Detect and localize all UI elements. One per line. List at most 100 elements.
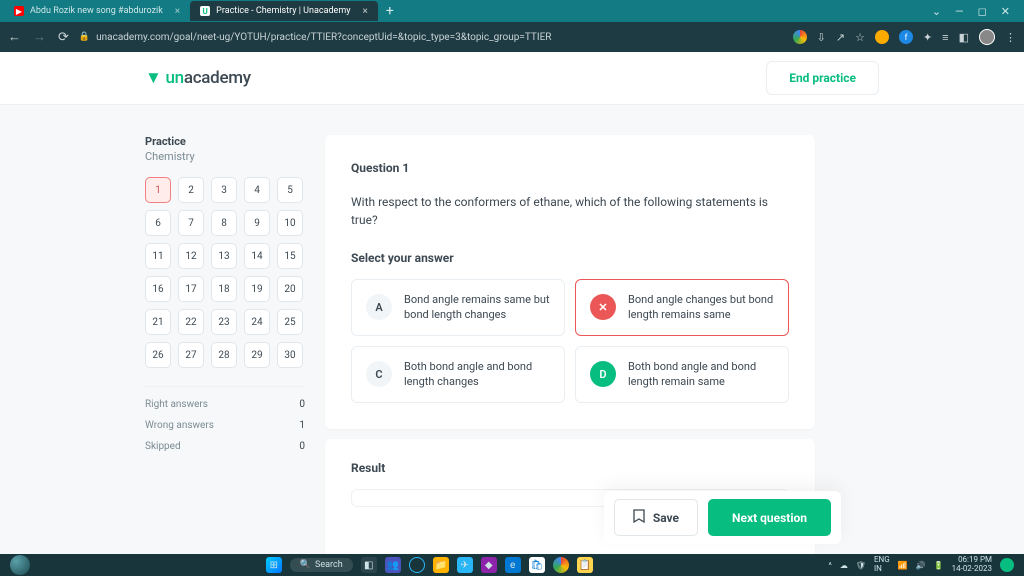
language-indicator[interactable]: ENGIN — [874, 556, 890, 574]
onedrive-icon[interactable]: ☁ — [840, 561, 848, 570]
back-icon[interactable]: ← — [8, 29, 21, 45]
practice-title: Practice — [145, 135, 305, 148]
side-panel-icon[interactable]: ◧ — [959, 31, 969, 44]
question-cell-24[interactable]: 24 — [244, 309, 270, 335]
stat-label: Right answers — [145, 399, 208, 410]
tab-unacademy[interactable]: U Practice - Chemistry | Unacademy × — [190, 1, 378, 21]
url-field[interactable]: 🔒 unacademy.com/goal/neet-ug/YOTUH/pract… — [79, 32, 783, 43]
bookmark-icon — [633, 509, 645, 526]
ext-icon[interactable] — [875, 30, 889, 44]
clock[interactable]: 06:19 PM 14-02-2023 — [952, 556, 992, 574]
question-cell-13[interactable]: 13 — [211, 243, 237, 269]
question-cell-8[interactable]: 8 — [211, 210, 237, 236]
question-cell-23[interactable]: 23 — [211, 309, 237, 335]
question-cell-26[interactable]: 26 — [145, 342, 171, 368]
new-tab-button[interactable]: + — [378, 3, 402, 19]
stat-value: 0 — [299, 399, 305, 410]
option-d[interactable]: D Both bond angle and bond length remain… — [575, 346, 789, 403]
google-icon[interactable] — [793, 30, 807, 44]
question-cell-15[interactable]: 15 — [277, 243, 303, 269]
question-cell-29[interactable]: 29 — [244, 342, 270, 368]
telegram-icon[interactable]: ✈ — [457, 557, 473, 573]
store-icon[interactable]: 🛍 — [529, 557, 545, 573]
extensions-icon[interactable]: ✦ — [923, 31, 932, 44]
question-cell-21[interactable]: 21 — [145, 309, 171, 335]
option-a[interactable]: A Bond angle remains same but bond lengt… — [351, 279, 565, 336]
teams-icon[interactable]: 👥 — [385, 557, 401, 573]
nav-controls: ← → ⟳ — [8, 29, 69, 45]
question-cell-2[interactable]: 2 — [178, 177, 204, 203]
security-icon[interactable]: 🛡 — [856, 561, 866, 570]
question-cell-10[interactable]: 10 — [277, 210, 303, 236]
question-cell-4[interactable]: 4 — [244, 177, 270, 203]
chevron-down-icon[interactable]: ⌄ — [932, 5, 941, 18]
star-icon[interactable]: ☆ — [855, 31, 865, 44]
question-cell-28[interactable]: 28 — [211, 342, 237, 368]
question-cell-22[interactable]: 22 — [178, 309, 204, 335]
wifi-icon[interactable]: 📶 — [898, 561, 908, 570]
youtube-icon: ▶ — [14, 6, 24, 16]
taskbar-search[interactable]: 🔍 Search — [290, 558, 353, 572]
practice-subject: Chemistry — [145, 150, 305, 163]
tab-youtube[interactable]: ▶ Abdu Rozik new song #abdurozik × — [4, 1, 190, 21]
question-cell-19[interactable]: 19 — [244, 276, 270, 302]
share-icon[interactable]: ↗ — [836, 31, 845, 44]
divider — [145, 386, 305, 387]
question-cell-14[interactable]: 14 — [244, 243, 270, 269]
question-cell-5[interactable]: 5 — [277, 177, 303, 203]
start-icon[interactable]: ⊞ — [266, 557, 282, 573]
question-cell-1[interactable]: 1 — [145, 177, 171, 203]
question-cell-25[interactable]: 25 — [277, 309, 303, 335]
lock-icon: 🔒 — [79, 32, 90, 42]
maximize-icon[interactable]: ◻ — [978, 5, 987, 18]
explorer-icon[interactable]: 📁 — [433, 557, 449, 573]
reading-list-icon[interactable]: ≡ — [942, 31, 948, 44]
app-icon[interactable]: ◆ — [481, 557, 497, 573]
close-icon[interactable]: × — [362, 6, 367, 17]
app-icon-2[interactable]: 📋 — [577, 557, 593, 573]
menu-icon[interactable]: ⋮ — [1005, 31, 1016, 44]
question-cell-9[interactable]: 9 — [244, 210, 270, 236]
question-cell-11[interactable]: 11 — [145, 243, 171, 269]
battery-icon[interactable]: 🔋 — [934, 561, 944, 570]
option-badge: D — [590, 361, 616, 387]
close-icon[interactable]: × — [175, 6, 180, 17]
question-cell-3[interactable]: 3 — [211, 177, 237, 203]
unacademy-logo[interactable]: ▼ unacademy — [145, 68, 251, 88]
end-practice-button[interactable]: End practice — [766, 61, 879, 95]
browser-actions: ⇩ ↗ ☆ f ✦ ≡ ◧ ⋮ — [793, 29, 1016, 45]
edge-icon[interactable]: e — [505, 557, 521, 573]
task-view-icon[interactable]: ◧ — [361, 557, 377, 573]
weather-icon[interactable] — [10, 555, 30, 575]
question-cell-7[interactable]: 7 — [178, 210, 204, 236]
question-cell-18[interactable]: 18 — [211, 276, 237, 302]
forward-icon[interactable]: → — [33, 29, 46, 45]
save-button[interactable]: Save — [614, 499, 698, 536]
minimize-icon[interactable]: — — [955, 5, 964, 18]
notif-icon[interactable] — [1000, 558, 1014, 572]
cortana-icon[interactable] — [409, 557, 425, 573]
tray-chevron-icon[interactable]: ^ — [829, 561, 832, 570]
profile-avatar[interactable] — [979, 29, 995, 45]
next-question-button[interactable]: Next question — [708, 499, 831, 536]
question-cell-30[interactable]: 30 — [277, 342, 303, 368]
date: 14-02-2023 — [952, 565, 992, 574]
question-cell-12[interactable]: 12 — [178, 243, 204, 269]
option-b[interactable]: ✕ Bond angle changes but bond length rem… — [575, 279, 789, 336]
page: ▼ unacademy End practice Practice Chemis… — [0, 52, 1024, 554]
search-icon: 🔍 — [300, 560, 311, 570]
volume-icon[interactable]: 🔊 — [916, 561, 926, 570]
question-cell-17[interactable]: 17 — [178, 276, 204, 302]
question-cell-20[interactable]: 20 — [277, 276, 303, 302]
filo-icon[interactable]: f — [899, 30, 913, 44]
question-cell-6[interactable]: 6 — [145, 210, 171, 236]
reload-icon[interactable]: ⟳ — [58, 30, 69, 45]
install-icon[interactable]: ⇩ — [817, 31, 826, 44]
option-c[interactable]: C Both bond angle and bond length change… — [351, 346, 565, 403]
question-number: Question 1 — [351, 161, 789, 175]
close-icon[interactable]: ✕ — [1001, 5, 1010, 18]
chrome-icon[interactable] — [553, 557, 569, 573]
question-cell-16[interactable]: 16 — [145, 276, 171, 302]
question-cell-27[interactable]: 27 — [178, 342, 204, 368]
tab-label: Abdu Rozik new song #abdurozik — [30, 6, 163, 16]
